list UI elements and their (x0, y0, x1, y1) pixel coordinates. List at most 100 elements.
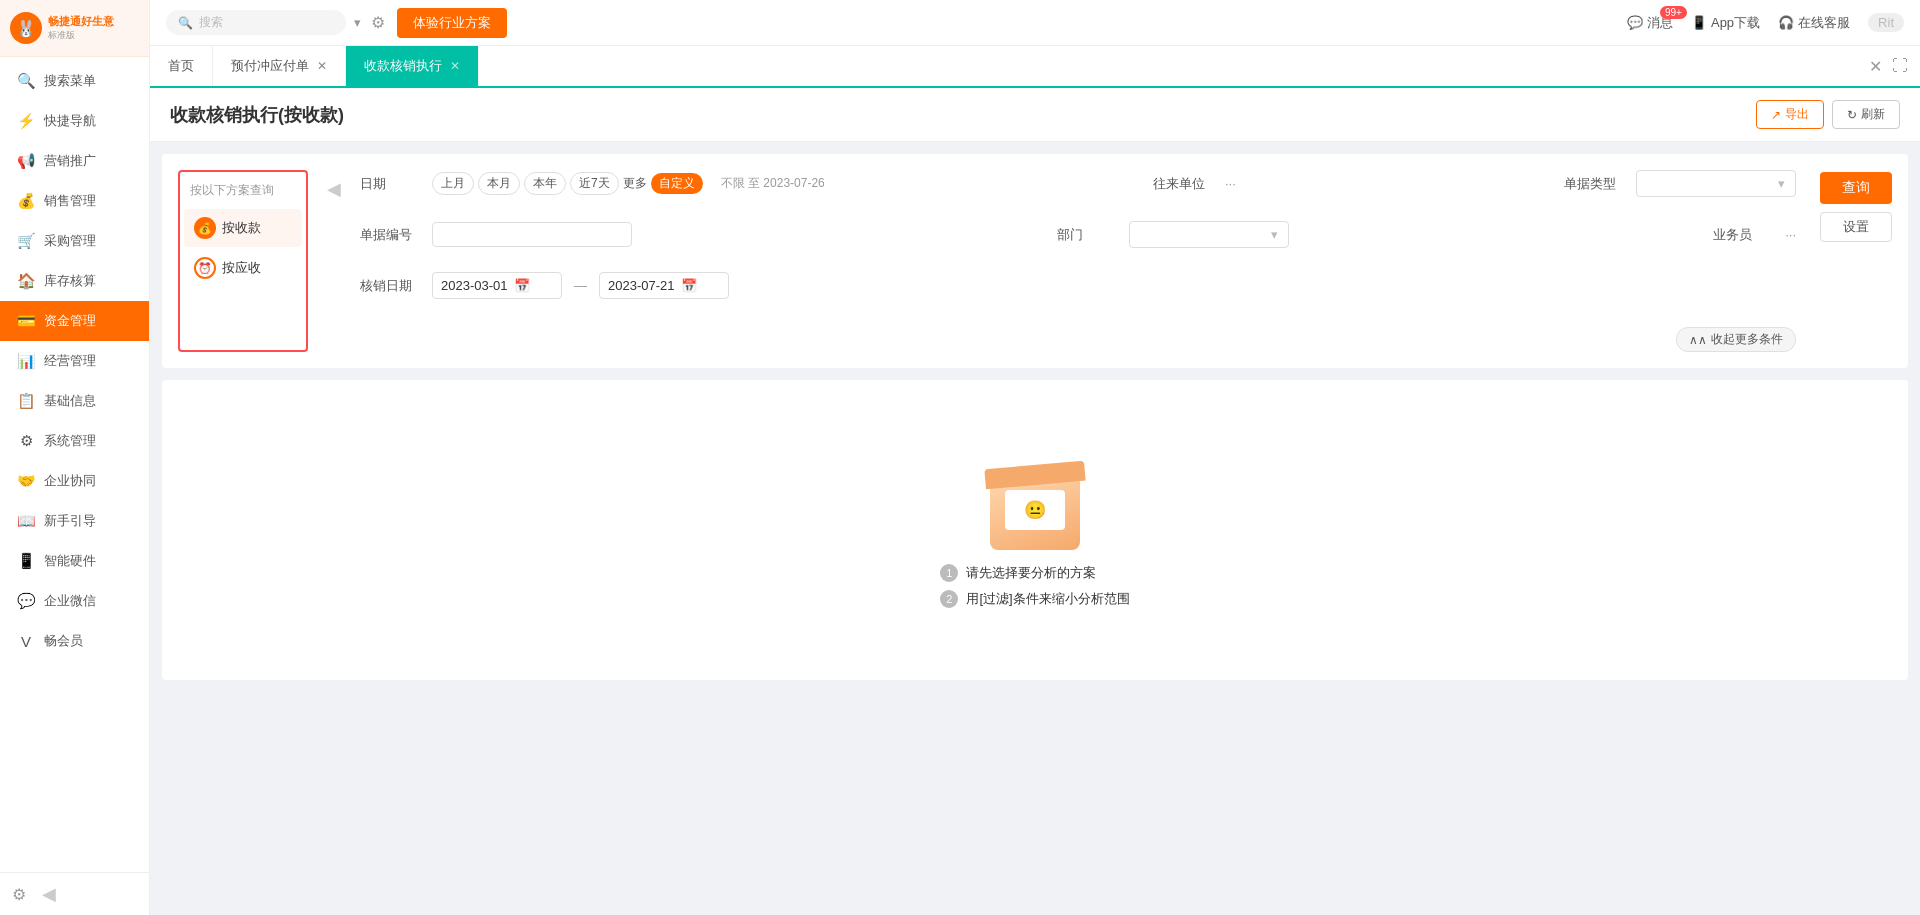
filter-panel: 按以下方案查询 💰 按收款 ⏰ 按应收 ◀ (162, 154, 1908, 368)
sidebar-item-13[interactable]: 💬企业微信 (0, 581, 149, 621)
sidebar-item-9[interactable]: ⚙ 系统管理 (0, 421, 149, 461)
tabbar-expand-icon[interactable]: ⛶ (1892, 57, 1908, 75)
tabbar: 首页 预付冲应付单 ✕ 收款核销执行 ✕ ✕ ⛶ (150, 46, 1920, 88)
topbar-gear-icon[interactable]: ⚙ (371, 13, 385, 32)
filter-receipt-icon: 💰 (194, 217, 216, 239)
sidebar-item-6[interactable]: 💳 资金管理 (0, 301, 149, 341)
sidebar-label-7: 经营管理 (44, 352, 96, 370)
empty-tips: 1 请先选择要分析的方案 2 用[过滤]条件来缩小分析范围 (940, 564, 1129, 608)
sidebar-item-10[interactable]: 🤝企业协同 (0, 461, 149, 501)
sidebar-label-9: 系统管理 (44, 432, 96, 450)
main-content: 😐 1 请先选择要分析的方案 2 用[过滤]条件来缩小分析范围 (162, 380, 1908, 680)
collapse-more-button[interactable]: ∧∧ 收起更多条件 (1676, 327, 1796, 352)
search-icon: 🔍 (178, 16, 193, 30)
sidebar-item-14[interactable]: V畅会员 (0, 621, 149, 661)
tab-home[interactable]: 首页 (150, 46, 213, 86)
collapse-icon: ∧∧ (1689, 333, 1707, 347)
setting-button[interactable]: 设置 (1820, 212, 1892, 242)
empty-num-2: 2 (940, 590, 958, 608)
topbar: 🔍 搜索 ▾ ⚙ 体验行业方案 💬 消息 99+ 📱 App下载 🎧 在线客服 (150, 0, 1920, 46)
query-button[interactable]: 查询 (1820, 172, 1892, 204)
settings-icon[interactable]: ⚙ (12, 885, 26, 904)
date-custom-badge[interactable]: 自定义 (651, 173, 703, 194)
sidebar-icon-9: ⚙ (16, 431, 36, 451)
sidebar-item-2[interactable]: 📢营销推广 (0, 141, 149, 181)
sidebar-label-14: 畅会员 (44, 632, 83, 650)
doc-no-label: 单据编号 (360, 226, 420, 244)
sidebar-item-0[interactable]: 🔍搜索菜单 (0, 61, 149, 101)
verify-date-end[interactable]: 2023-07-21 📅 (599, 272, 729, 299)
filter-receivable-label: 按应收 (222, 259, 261, 277)
export-button[interactable]: ↗ 导出 (1756, 100, 1824, 129)
collapse-icon[interactable]: ◀ (42, 883, 56, 905)
tabbar-actions: ✕ ⛶ (1857, 46, 1920, 86)
sidebar-label-13: 企业微信 (44, 592, 96, 610)
tab-receipt-verify-close-icon[interactable]: ✕ (450, 59, 460, 73)
messages-count: 99+ (1660, 6, 1687, 19)
tab-prepay-close-icon[interactable]: ✕ (317, 59, 327, 73)
app-download-label: App下载 (1711, 14, 1760, 32)
filter-collapse-btn[interactable]: ◀ (324, 170, 344, 200)
filter-option-by-receivable[interactable]: ⏰ 按应收 (184, 249, 302, 287)
tabbar-close-icon[interactable]: ✕ (1869, 57, 1882, 76)
page-header: 收款核销执行(按收款) ↗ 导出 ↻ 刷新 (150, 88, 1920, 142)
date-more-btn[interactable]: 更多 (623, 175, 647, 192)
sidebar-logo: 🐰 畅捷通好生意 标准版 (0, 0, 149, 57)
counterpart-dotdot[interactable]: ··· (1225, 176, 1236, 191)
sidebar-item-3[interactable]: 💰销售管理 (0, 181, 149, 221)
empty-num-1: 1 (940, 564, 958, 582)
filter-option-by-receipt[interactable]: 💰 按收款 (184, 209, 302, 247)
empty-tip-1: 1 请先选择要分析的方案 (940, 564, 1129, 582)
date-btn-7days[interactable]: 近7天 (570, 172, 619, 195)
user-info[interactable]: Rit (1868, 13, 1904, 32)
sidebar-icon-4: 🛒 (16, 231, 36, 251)
sidebar-icon-5: 🏠 (16, 271, 36, 291)
sidebar-item-11[interactable]: 📖新手引导 (0, 501, 149, 541)
sidebar-item-1[interactable]: ⚡快捷导航 (0, 101, 149, 141)
calendar-start-icon[interactable]: 📅 (514, 278, 530, 293)
verify-date-start[interactable]: 2023-03-01 📅 (432, 272, 562, 299)
empty-illustration: 😐 (975, 440, 1095, 550)
date-btn-this-year[interactable]: 本年 (524, 172, 566, 195)
sidebar-item-12[interactable]: 📱智能硬件 (0, 541, 149, 581)
app-download-link[interactable]: 📱 App下载 (1691, 14, 1760, 32)
refresh-button[interactable]: ↻ 刷新 (1832, 100, 1900, 129)
form-row-3: 核销日期 2023-03-01 📅 — 2023-07-21 📅 (360, 272, 1796, 299)
sidebar-label-4: 采购管理 (44, 232, 96, 250)
date-quick-btns: 上月 本月 本年 近7天 更多 自定义 (432, 172, 703, 195)
calendar-end-icon[interactable]: 📅 (681, 278, 697, 293)
collapse-more-label: 收起更多条件 (1711, 331, 1783, 348)
sidebar-label-10: 企业协同 (44, 472, 96, 490)
messages-icon: 💬 (1627, 15, 1643, 30)
sidebar-item-4[interactable]: 🛒 采购管理 (0, 221, 149, 261)
sidebar-item-5[interactable]: 🏠 库存核算 (0, 261, 149, 301)
filter-body: 日期 上月 本月 本年 近7天 更多 自定义 不限 至 2023-07-26 (360, 170, 1796, 352)
solution-button[interactable]: 体验行业方案 (397, 8, 507, 38)
online-service-link[interactable]: 🎧 在线客服 (1778, 14, 1850, 32)
app-logo-icon: 🐰 (10, 12, 42, 44)
date-btn-last-month[interactable]: 上月 (432, 172, 474, 195)
salesperson-dotdot[interactable]: ··· (1785, 227, 1796, 242)
filter-form: 日期 上月 本月 本年 近7天 更多 自定义 不限 至 2023-07-26 (360, 170, 1796, 352)
messages-badge[interactable]: 💬 消息 99+ (1627, 14, 1673, 32)
date-label: 日期 (360, 175, 420, 193)
sidebar-label-5: 库存核算 (44, 272, 96, 290)
verify-date-label: 核销日期 (360, 277, 420, 295)
topbar-chevron-icon[interactable]: ▾ (354, 15, 361, 30)
tab-prepay-label: 预付冲应付单 (231, 57, 309, 75)
sidebar-label-1: 快捷导航 (44, 112, 96, 130)
tab-prepay[interactable]: 预付冲应付单 ✕ (213, 46, 346, 86)
doc-no-input[interactable] (443, 227, 621, 242)
sidebar-item-7[interactable]: 📊经营管理 (0, 341, 149, 381)
date-btn-this-month[interactable]: 本月 (478, 172, 520, 195)
sidebar-label-2: 营销推广 (44, 152, 96, 170)
sidebar-label-3: 销售管理 (44, 192, 96, 210)
tab-receipt-verify-label: 收款核销执行 (364, 57, 442, 75)
filter-sidebar-title: 按以下方案查询 (180, 182, 306, 207)
sidebar-icon-6: 💳 (16, 311, 36, 331)
sidebar-item-8[interactable]: 📋基础信息 (0, 381, 149, 421)
search-bar[interactable]: 🔍 搜索 (166, 10, 346, 35)
sidebar-label-6: 资金管理 (44, 312, 96, 330)
date-range-separator: — (574, 278, 587, 293)
tab-receipt-verify[interactable]: 收款核销执行 ✕ (346, 46, 479, 86)
